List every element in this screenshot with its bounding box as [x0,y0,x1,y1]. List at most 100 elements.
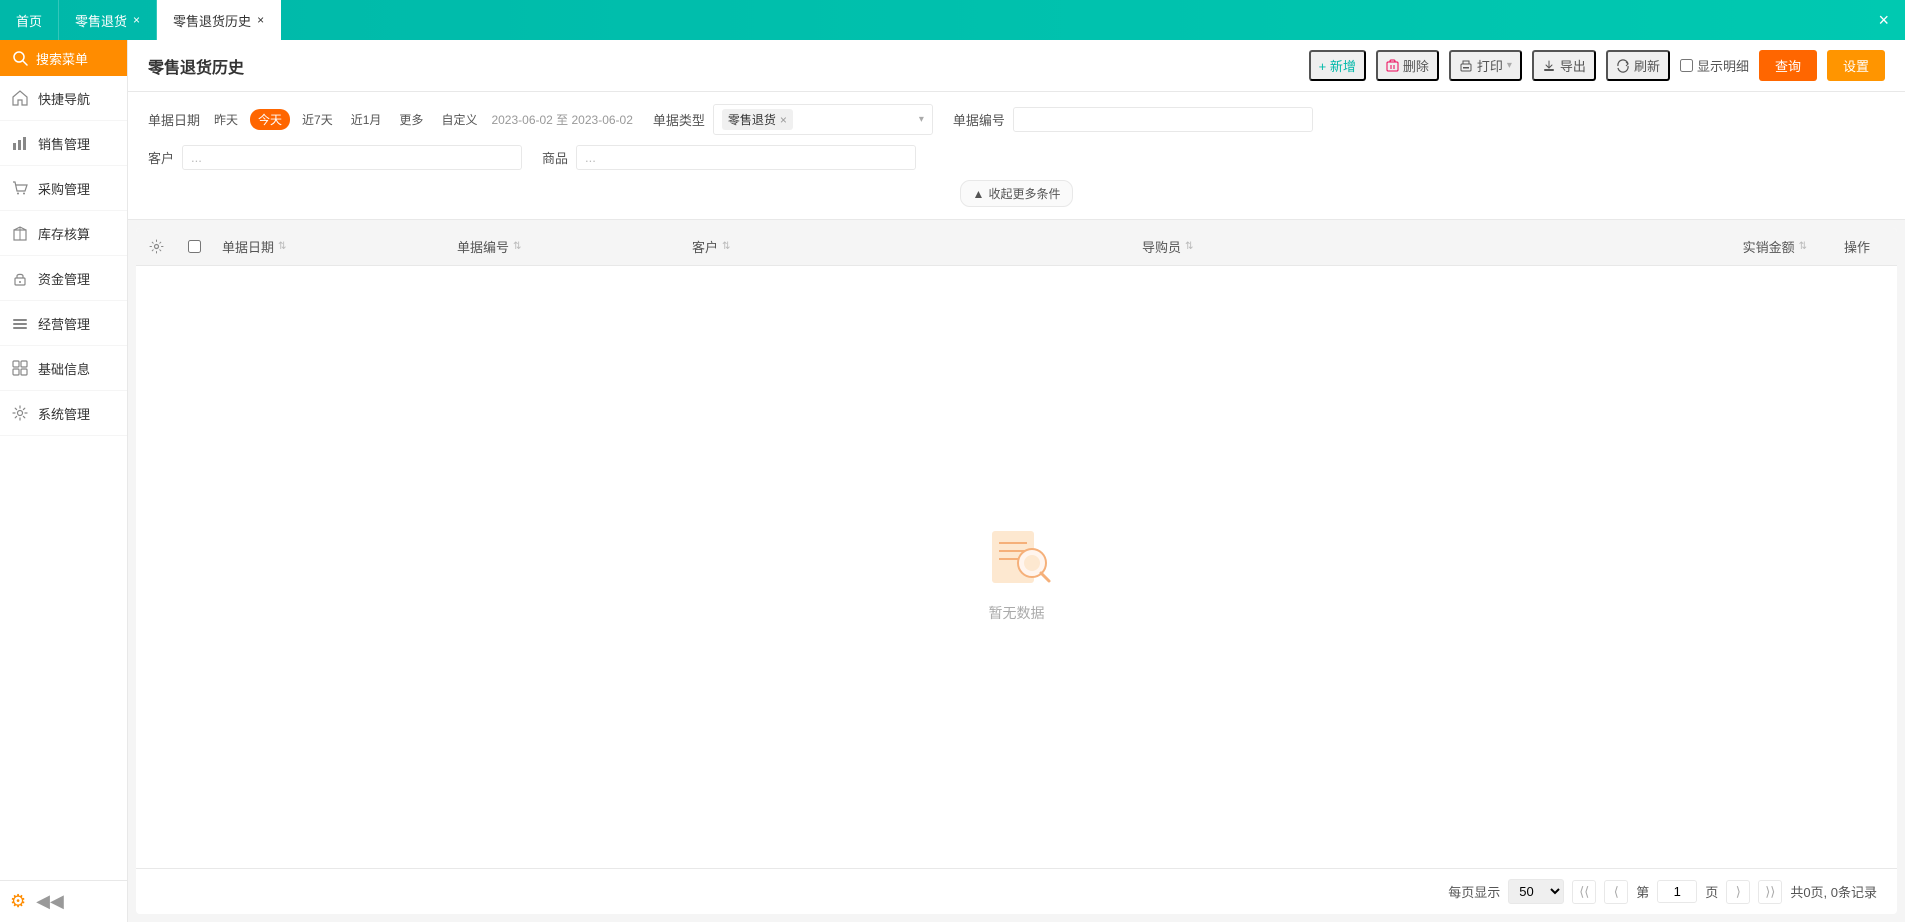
window-close-button[interactable]: × [1878,10,1889,31]
th-date-sort-icon: ⇅ [278,241,286,252]
page-size-label: 每页显示 [1448,882,1500,901]
date-btn-today[interactable]: 今天 [250,109,290,130]
th-date[interactable]: 单据日期 ⇅ [212,237,447,256]
tab-retail-return-history-close[interactable]: × [257,13,264,27]
audio-icon[interactable]: ◀◀ [36,891,64,912]
date-filter-options: 昨天 今天 近7天 近1月 更多 自定义 [208,109,483,130]
page-unit: 页 [1705,882,1718,901]
collapse-button[interactable]: ▲ 收起更多条件 [960,180,1074,207]
th-guide[interactable]: 导购员 ⇅ [1132,237,1367,256]
sidebar-item-system[interactable]: 系统管理 [0,391,127,436]
delete-label: 删除 [1403,56,1429,75]
sidebar-item-finance[interactable]: 资金管理 [0,256,127,301]
sidebar-item-basic[interactable]: 基础信息 [0,346,127,391]
sidebar-item-purchase[interactable]: 采购管理 [0,166,127,211]
date-btn-more[interactable]: 更多 [393,109,429,130]
doc-type-tag-close[interactable]: × [780,113,787,127]
last-page-button[interactable]: ⟩⟩ [1758,880,1782,904]
th-date-label: 单据日期 [222,237,274,256]
page-size-select[interactable]: 50 10 20 100 [1508,879,1564,904]
customer-select[interactable]: ... [182,145,522,170]
refresh-label: 刷新 [1634,56,1660,75]
print-dropdown-arrow: ▾ [1507,60,1512,71]
tab-retail-return[interactable]: 零售退货 × [59,0,157,40]
customer-label: 客户 [148,148,174,167]
sidebar-item-operation-label: 经营管理 [38,314,90,333]
chart-icon [10,133,30,153]
filter-row-1: 单据日期 昨天 今天 近7天 近1月 更多 自定义 2023-06-02 至 2… [148,104,1885,135]
sidebar-search[interactable]: 搜索菜单 [0,40,127,76]
table-header: 单据日期 ⇅ 单据编号 ⇅ 客户 ⇅ 导购员 ⇅ 实销金额 [136,228,1897,266]
content-area: 零售退货历史 + 新增 删除 打印 ▾ 导出 刷新 [128,40,1905,922]
export-button[interactable]: 导出 [1532,50,1596,81]
top-bar: 首页 零售退货 × 零售退货历史 × × [0,0,1905,40]
sidebar-item-inventory[interactable]: 库存核算 [0,211,127,256]
sidebar-item-finance-label: 资金管理 [38,269,90,288]
doc-type-select[interactable]: 零售退货 × ▾ [713,104,933,135]
th-customer-sort-icon: ⇅ [722,241,730,252]
date-btn-yesterday[interactable]: 昨天 [208,109,244,130]
refresh-icon [1616,59,1630,73]
page-number-input[interactable] [1657,880,1697,903]
sidebar-item-quick-nav-label: 快捷导航 [38,89,90,108]
th-settings[interactable] [136,239,176,254]
empty-text: 暂无数据 [989,603,1045,623]
sidebar-item-sales[interactable]: 销售管理 [0,121,127,166]
delete-button[interactable]: 删除 [1376,50,1439,81]
tab-home[interactable]: 首页 [0,0,59,40]
setting-button[interactable]: 设置 [1827,50,1885,81]
sidebar-item-operation[interactable]: 经营管理 [0,301,127,346]
sidebar-search-label: 搜索菜单 [36,49,88,68]
main-layout: 搜索菜单 快捷导航 销售管理 [0,40,1905,922]
th-op: 操作 [1817,237,1897,256]
settings-bottom-icon[interactable]: ⚙ [10,891,26,912]
select-all-checkbox[interactable] [188,240,201,253]
filter-area: 单据日期 昨天 今天 近7天 近1月 更多 自定义 2023-06-02 至 2… [128,92,1905,220]
goods-placeholder: ... [585,150,596,165]
filter-doc-type: 单据类型 零售退货 × ▾ [653,104,933,135]
th-amount-label: 实销金额 [1743,237,1795,256]
pagination: 每页显示 50 10 20 100 ⟨⟨ ⟨ 第 页 ⟩ ⟩⟩ 共0页, 0条记… [136,868,1897,914]
home-icon [10,88,30,108]
th-amount[interactable]: 实销金额 ⇅ [1582,237,1817,256]
search-icon [10,48,30,68]
th-customer-label: 客户 [692,237,718,256]
print-button[interactable]: 打印 ▾ [1449,50,1522,81]
first-page-button[interactable]: ⟨⟨ [1572,880,1596,904]
delete-icon [1386,59,1399,72]
th-docno[interactable]: 单据编号 ⇅ [447,237,682,256]
total-info: 共0页, 0条记录 [1790,882,1877,901]
collapse-icon: ▲ [973,187,985,201]
goods-select[interactable]: ... [576,145,916,170]
prev-page-button[interactable]: ⟨ [1604,880,1628,904]
sidebar-item-sales-label: 销售管理 [38,134,90,153]
bar-icon [10,313,30,333]
next-page-button[interactable]: ⟩ [1726,880,1750,904]
doc-date-label: 单据日期 [148,110,200,129]
th-checkbox[interactable] [176,240,212,253]
query-button[interactable]: 查询 [1759,50,1817,81]
doc-no-label: 单据编号 [953,110,1005,129]
tab-retail-return-close[interactable]: × [133,13,140,27]
tab-retail-return-history[interactable]: 零售退货历史 × [157,0,281,40]
show-detail-input[interactable] [1680,59,1693,72]
doc-no-input[interactable] [1013,107,1313,132]
date-btn-custom[interactable]: 自定义 [435,109,483,130]
date-btn-7days[interactable]: 近7天 [296,109,339,130]
empty-state: 暂无数据 [136,266,1897,868]
collapse-row: ▲ 收起更多条件 [148,180,1885,207]
tab-home-label: 首页 [16,11,42,30]
th-customer[interactable]: 客户 ⇅ [682,237,1132,256]
show-detail-checkbox[interactable]: 显示明细 [1680,56,1749,75]
date-btn-1month[interactable]: 近1月 [345,109,388,130]
page-header: 零售退货历史 + 新增 删除 打印 ▾ 导出 刷新 [128,40,1905,92]
refresh-button[interactable]: 刷新 [1606,50,1670,81]
doc-type-tag: 零售退货 × [722,109,793,130]
filter-goods: 商品 ... [542,145,916,170]
new-button[interactable]: + 新增 [1309,50,1366,81]
page-label: 第 [1636,882,1649,901]
sidebar: 搜索菜单 快捷导航 销售管理 [0,40,128,922]
sidebar-item-quick-nav[interactable]: 快捷导航 [0,76,127,121]
sidebar-item-basic-label: 基础信息 [38,359,90,378]
sidebar-bottom: ⚙ ◀◀ [0,880,127,922]
